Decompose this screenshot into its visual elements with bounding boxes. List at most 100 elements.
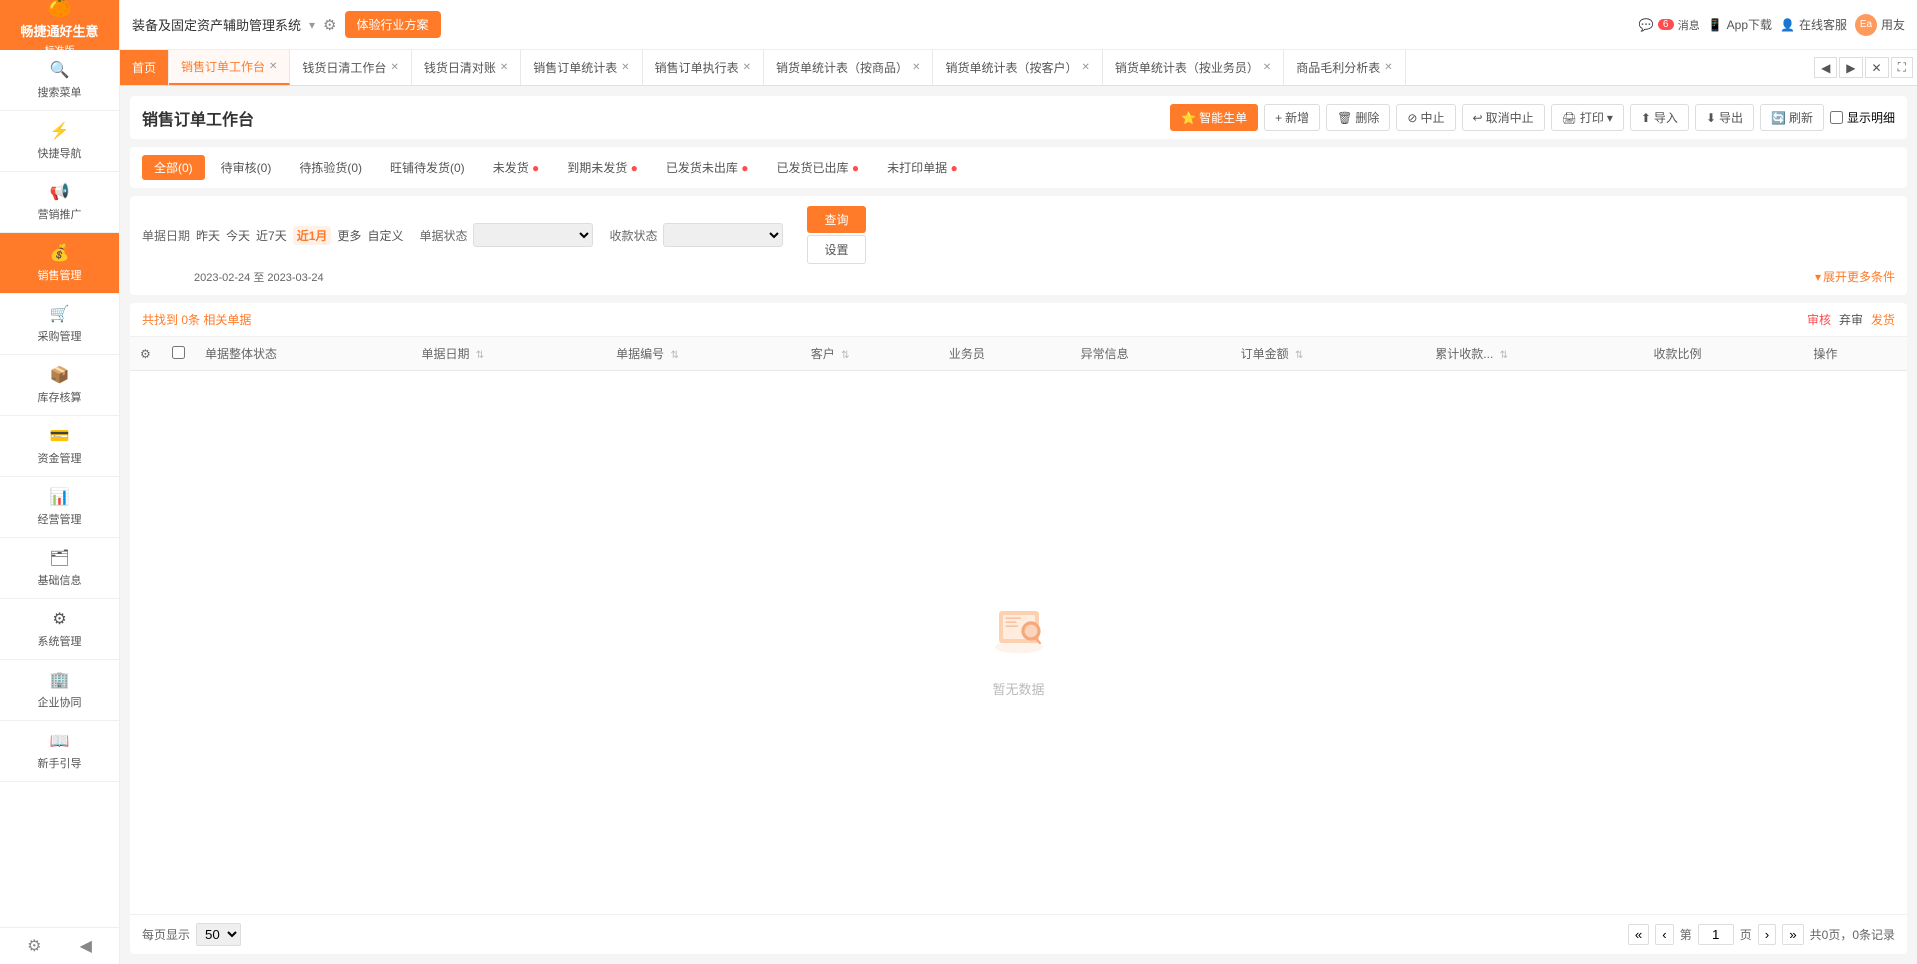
trial-btn[interactable]: 体验行业方案 <box>345 11 441 38</box>
subtab-shipped-in[interactable]: 已发货已出库 ● <box>765 155 872 180</box>
close-tab-summary-staff[interactable]: ✕ <box>1263 62 1271 73</box>
col-customer[interactable]: 客户 ⇅ <box>801 337 939 371</box>
delete-btn[interactable]: 🗑 删除 <box>1326 104 1390 131</box>
col-checkbox[interactable] <box>162 337 195 371</box>
date-custom[interactable]: 自定义 <box>367 227 403 244</box>
subtab-wangpu[interactable]: 旺铺待发货(0) <box>378 155 477 180</box>
date-filter-label: 单据日期 <box>142 227 190 244</box>
date-7days[interactable]: 近7天 <box>256 227 287 244</box>
close-tab-sales-workbench[interactable]: ✕ <box>269 61 277 72</box>
settings-topbar-icon[interactable]: ⚙ <box>323 16 336 34</box>
smart-create-btn[interactable]: ⭐ 智能生单 <box>1170 104 1258 131</box>
expand-filter-btn[interactable]: ▾ 展开更多条件 <box>1815 268 1895 285</box>
print-btn[interactable]: 🖨 打印 ▾ <box>1551 104 1624 131</box>
online-service-btn[interactable]: 👤 在线客服 <box>1780 16 1847 33</box>
close-tab-cash-reconcile[interactable]: ✕ <box>500 62 508 73</box>
tab-sales-summary-staff[interactable]: 销货单统计表（按业务员） ✕ <box>1103 50 1284 85</box>
col-amount[interactable]: 订单金额 ⇅ <box>1231 337 1426 371</box>
plus-icon: + <box>1275 111 1282 125</box>
show-detail-toggle[interactable]: 显示明细 <box>1830 109 1895 126</box>
col-exception[interactable]: 异常信息 <box>1071 337 1231 371</box>
date-more[interactable]: 更多 <box>337 227 361 244</box>
message-btn[interactable]: 💬 6 消息 <box>1639 17 1700 33</box>
subtab-pending[interactable]: 待审核(0) <box>209 155 284 180</box>
col-ratio[interactable]: 收款比例 <box>1643 337 1803 371</box>
sidebar-item-search[interactable]: 🔍 搜索菜单 <box>0 50 119 111</box>
sidebar-item-finance[interactable]: 💳 资金管理 <box>0 416 119 477</box>
stop-btn[interactable]: ⊘ 中止 <box>1396 104 1455 131</box>
date-1month[interactable]: 近1月 <box>293 226 332 245</box>
close-tab-summary-prod[interactable]: ✕ <box>912 62 920 73</box>
tab-prev-btn[interactable]: ◀ <box>1814 57 1837 78</box>
set-btn[interactable]: 设置 <box>807 235 865 264</box>
sidebar-item-system[interactable]: ⚙ 系统管理 <box>0 599 119 660</box>
app-download-btn[interactable]: 📱 App下载 <box>1708 16 1772 33</box>
tab-close-btn[interactable]: ✕ <box>1865 57 1889 78</box>
tab-sales-exec[interactable]: 销售订单执行表 ✕ <box>643 50 764 85</box>
sidebar-item-marketing[interactable]: 📢 营销推广 <box>0 172 119 233</box>
query-btn[interactable]: 查询 <box>807 206 865 233</box>
col-received[interactable]: 累计收款... ⇅ <box>1425 337 1643 371</box>
show-detail-checkbox[interactable] <box>1830 111 1843 124</box>
subtab-not-printed[interactable]: 未打印单据 ● <box>875 155 970 180</box>
sidebar-bottom: ⚙ ◀ <box>0 927 119 964</box>
tab-sales-summary-prod[interactable]: 销货单统计表（按商品） ✕ <box>764 50 933 85</box>
ship-btn[interactable]: 发货 <box>1871 311 1895 328</box>
subtab-all[interactable]: 全部(0) <box>142 155 205 180</box>
tab-cash-daily[interactable]: 钱货日清工作台 ✕ <box>290 50 411 85</box>
payment-select[interactable] <box>663 223 783 247</box>
status-select[interactable] <box>473 223 593 247</box>
tab-sales-workbench[interactable]: 销售订单工作台 ✕ <box>169 50 290 85</box>
sidebar-item-purchase[interactable]: 🛒 采购管理 <box>0 294 119 355</box>
export-btn[interactable]: ⬇ 导出 <box>1695 104 1754 131</box>
tab-sales-summary-cust[interactable]: 销货单统计表（按客户） ✕ <box>933 50 1102 85</box>
approve-btn[interactable]: 审核 <box>1807 311 1831 328</box>
collapse-icon[interactable]: ◀ <box>80 936 92 956</box>
close-tab-sales-stat[interactable]: ✕ <box>621 62 629 73</box>
cancel-stop-btn[interactable]: ↩ 取消中止 <box>1462 104 1545 131</box>
sidebar-item-operation[interactable]: 📊 经营管理 <box>0 477 119 538</box>
sidebar-item-basic[interactable]: 🗂 基础信息 <box>0 538 119 599</box>
close-tab-summary-cust[interactable]: ✕ <box>1081 62 1089 73</box>
settings-icon[interactable]: ⚙ <box>27 936 41 956</box>
sidebar-item-sales[interactable]: 💰 销售管理 <box>0 233 119 294</box>
prev-page-btn[interactable]: ‹ <box>1655 924 1673 945</box>
tab-next-btn[interactable]: ▶ <box>1839 57 1862 78</box>
sidebar-item-guide[interactable]: 📖 新手引导 <box>0 721 119 782</box>
first-page-btn[interactable]: « <box>1628 924 1649 945</box>
next-page-btn[interactable]: › <box>1758 924 1776 945</box>
sidebar-item-enterprise[interactable]: 🏢 企业协同 <box>0 660 119 721</box>
close-tab-cash-daily[interactable]: ✕ <box>390 62 398 73</box>
tab-home[interactable]: 首页 <box>120 50 169 85</box>
refresh-btn[interactable]: 🔄 刷新 <box>1760 104 1824 131</box>
sidebar-item-quicknav[interactable]: ⚡ 快捷导航 <box>0 111 119 172</box>
tab-sales-stat[interactable]: 销售订单统计表 ✕ <box>521 50 642 85</box>
last-page-btn[interactable]: » <box>1782 924 1803 945</box>
add-btn[interactable]: + 新增 <box>1264 104 1320 131</box>
page-input[interactable] <box>1698 924 1734 945</box>
col-date[interactable]: 单据日期 ⇅ <box>411 337 606 371</box>
col-number[interactable]: 单据编号 ⇅ <box>606 337 801 371</box>
subtab-pending-inspect[interactable]: 待拣验货(0) <box>287 155 374 180</box>
col-status[interactable]: 单据整体状态 <box>195 337 411 371</box>
basic-icon: 🗂 <box>49 548 69 568</box>
chevron-down-icon[interactable]: ▾ <box>309 18 315 32</box>
user-btn[interactable]: Ea 用友 <box>1855 14 1905 36</box>
sidebar-item-inventory[interactable]: 📦 库存核算 <box>0 355 119 416</box>
tab-gross-margin[interactable]: 商品毛利分析表 ✕ <box>1284 50 1405 85</box>
sidebar-label-inventory: 库存核算 <box>38 389 82 405</box>
user-avatar-icon: Ea <box>1855 14 1877 36</box>
page-size-select[interactable]: 50 <box>196 923 241 946</box>
unapprove-btn[interactable]: 弃审 <box>1839 311 1863 328</box>
tab-fullscreen-btn[interactable]: ⛶ <box>1891 57 1913 78</box>
subtab-not-shipped[interactable]: 未发货 ● <box>481 155 552 180</box>
date-yesterday[interactable]: 昨天 <box>196 227 220 244</box>
date-today[interactable]: 今天 <box>226 227 250 244</box>
close-tab-gross-margin[interactable]: ✕ <box>1384 62 1392 73</box>
tab-cash-reconcile[interactable]: 钱货日清对账 ✕ <box>412 50 521 85</box>
close-tab-sales-exec[interactable]: ✕ <box>743 62 751 73</box>
subtab-overdue-ship[interactable]: 到期未发货 ● <box>555 155 650 180</box>
subtab-shipped-not-in[interactable]: 已发货未出库 ● <box>654 155 761 180</box>
import-btn[interactable]: ⬆ 导入 <box>1630 104 1689 131</box>
col-staff[interactable]: 业务员 <box>939 337 1071 371</box>
